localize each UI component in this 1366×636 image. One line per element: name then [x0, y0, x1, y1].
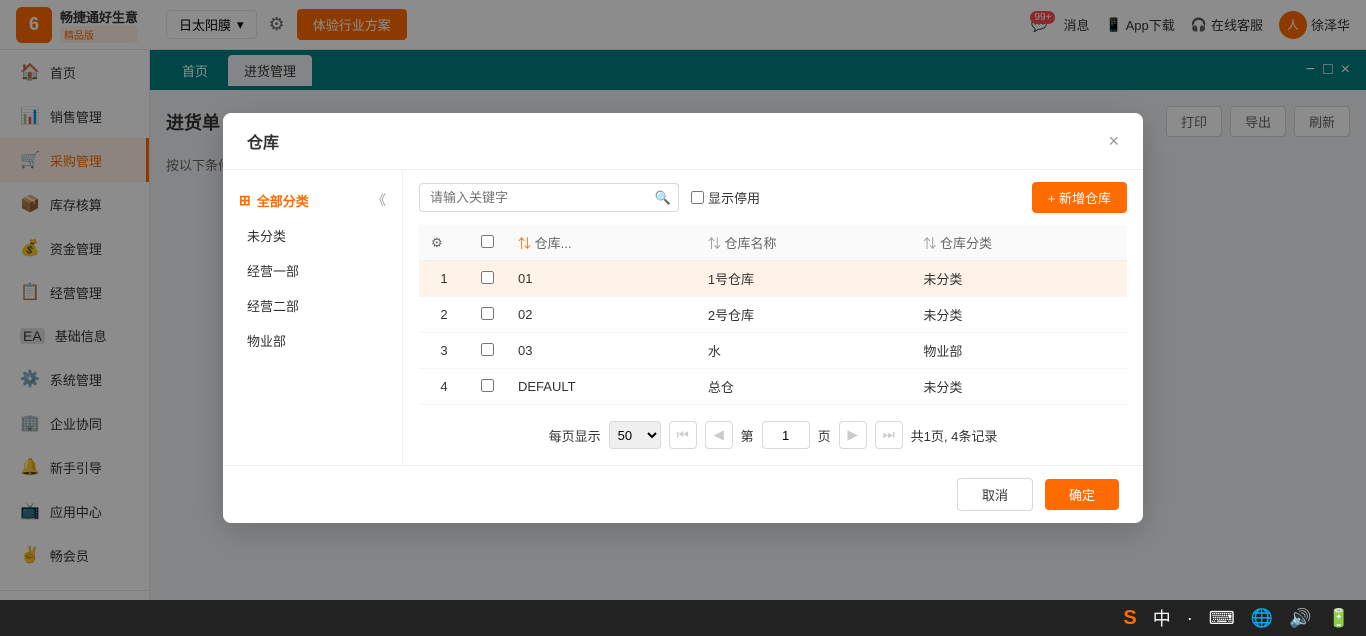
confirm-button[interactable]: 确定 [1045, 479, 1119, 510]
content-panel: 🔍 显示停用 + 新增仓库 ⚙ [403, 170, 1143, 465]
search-bar: 🔍 显示停用 + 新增仓库 [419, 182, 1127, 213]
table-row[interactable]: 4 DEFAULT 总仓 未分类 [419, 369, 1127, 405]
row-cb[interactable] [469, 297, 506, 333]
category-all-label: 全部分类 [257, 191, 309, 210]
search-icon[interactable]: 🔍 [655, 190, 671, 206]
speaker-icon[interactable]: 🔊 [1289, 608, 1311, 629]
cancel-button[interactable]: 取消 [957, 478, 1033, 511]
row-cb[interactable] [469, 261, 506, 297]
page-number-input[interactable] [762, 421, 810, 449]
row-code: 01 [506, 261, 696, 297]
sort-icon2: ⇅ [708, 236, 721, 251]
row-code: DEFAULT [506, 369, 696, 405]
network-icon[interactable]: 🌐 [1251, 608, 1273, 629]
table-header: ⚙ ⇅ 仓库... ⇅ 仓库名称 [419, 225, 1127, 261]
show-disabled-label[interactable]: 显示停用 [691, 188, 760, 207]
row-num: 2 [419, 297, 469, 333]
modal-header: 仓库 × [223, 113, 1143, 170]
table-row[interactable]: 3 03 水 物业部 [419, 333, 1127, 369]
grid-icon: ⊞ [239, 192, 251, 209]
table-container: ⚙ ⇅ 仓库... ⇅ 仓库名称 [419, 225, 1127, 405]
row-category: 未分类 [911, 297, 1127, 333]
search-input-wrap: 🔍 [419, 183, 679, 212]
category-all[interactable]: ⊞ 全部分类 [239, 191, 309, 210]
collapse-button[interactable]: 《 [372, 190, 386, 210]
dot-icon: · [1187, 608, 1193, 629]
category-panel: ⊞ 全部分类 《 未分类 经营一部 经营二部 物业部 [223, 170, 403, 465]
show-disabled-checkbox[interactable] [691, 191, 704, 204]
battery-icon[interactable]: 🔋 [1328, 608, 1350, 629]
table-body: 1 01 1号仓库 未分类 2 02 2号仓库 [419, 261, 1127, 405]
category-item-unclassified[interactable]: 未分类 [223, 218, 402, 253]
row-cb[interactable] [469, 369, 506, 405]
row-category: 物业部 [911, 333, 1127, 369]
row-code: 02 [506, 297, 696, 333]
warehouse-modal: 仓库 × ⊞ 全部分类 《 未分类 经营一部 经营二部 物业部 [223, 113, 1143, 523]
modal-body: ⊞ 全部分类 《 未分类 经营一部 经营二部 物业部 🔍 [223, 170, 1143, 465]
sort-icon: ⇅ [518, 236, 531, 251]
row-name: 1号仓库 [696, 261, 912, 297]
category-header: ⊞ 全部分类 《 [223, 182, 402, 218]
row-category: 未分类 [911, 261, 1127, 297]
category-item-ops1[interactable]: 经营一部 [223, 253, 402, 288]
page-unit: 页 [818, 426, 831, 445]
table-row[interactable]: 1 01 1号仓库 未分类 [419, 261, 1127, 297]
th-gear[interactable]: ⚙ [419, 225, 469, 261]
modal-footer: 取消 确定 [223, 465, 1143, 523]
per-page-label: 每页显示 [549, 426, 601, 445]
th-category: ⇅ 仓库分类 [911, 225, 1127, 261]
keyboard-icon[interactable]: ⌨ [1209, 608, 1235, 629]
last-page-button[interactable]: ⏭ [875, 421, 903, 449]
sort-icon3: ⇅ [923, 236, 936, 251]
modal-overlay: 仓库 × ⊞ 全部分类 《 未分类 经营一部 经营二部 物业部 [0, 0, 1366, 636]
row-name: 水 [696, 333, 912, 369]
row-code: 03 [506, 333, 696, 369]
page-label: 第 [741, 426, 754, 445]
category-item-property[interactable]: 物业部 [223, 323, 402, 358]
table-row[interactable]: 2 02 2号仓库 未分类 [419, 297, 1127, 333]
s-icon: S [1123, 607, 1136, 630]
category-item-ops2[interactable]: 经营二部 [223, 288, 402, 323]
prev-page-button[interactable]: ◀ [705, 421, 733, 449]
th-name: ⇅ 仓库名称 [696, 225, 912, 261]
chinese-input-icon[interactable]: 中 [1153, 605, 1171, 631]
bottom-taskbar: S 中 · ⌨ 🌐 🔊 🔋 [0, 600, 1366, 636]
select-all-checkbox[interactable] [481, 235, 494, 248]
add-warehouse-button[interactable]: + 新增仓库 [1032, 182, 1127, 213]
first-page-button[interactable]: ⏮ [669, 421, 697, 449]
row-cb[interactable] [469, 333, 506, 369]
pagination: 每页显示 50 100 200 ⏮ ◀ 第 页 ▶ ⏭ 共1页, 4条记录 [419, 405, 1127, 453]
row-name: 2号仓库 [696, 297, 912, 333]
row-num: 3 [419, 333, 469, 369]
th-code: ⇅ 仓库... [506, 225, 696, 261]
modal-title: 仓库 [247, 129, 279, 153]
row-num: 1 [419, 261, 469, 297]
row-num: 4 [419, 369, 469, 405]
warehouse-table: ⚙ ⇅ 仓库... ⇅ 仓库名称 [419, 225, 1127, 405]
search-input[interactable] [419, 183, 679, 212]
th-checkbox[interactable] [469, 225, 506, 261]
modal-close-button[interactable]: × [1108, 131, 1119, 152]
row-name: 总仓 [696, 369, 912, 405]
next-page-button[interactable]: ▶ [839, 421, 867, 449]
total-pages: 共1页, 4条记录 [911, 426, 998, 445]
row-category: 未分类 [911, 369, 1127, 405]
per-page-select[interactable]: 50 100 200 [609, 421, 661, 449]
